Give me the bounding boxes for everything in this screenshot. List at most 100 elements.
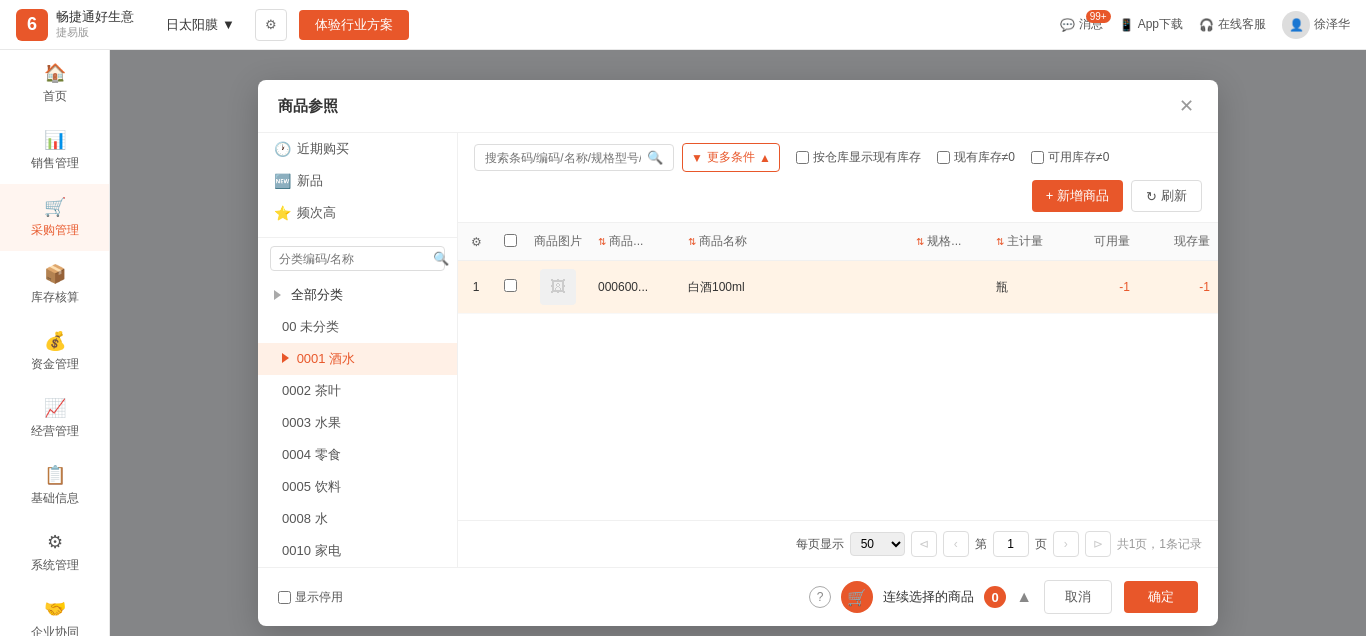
category-item-0004[interactable]: 0004 零食 xyxy=(258,439,457,471)
col-header-settings[interactable]: ⚙ xyxy=(458,223,494,261)
col-header-spec[interactable]: ⇅ 规格... xyxy=(908,223,988,261)
show-disabled-checkbox[interactable]: 显示停用 xyxy=(278,589,343,606)
modal-header: 商品参照 ✕ xyxy=(258,80,1218,133)
cancel-button[interactable]: 取消 xyxy=(1044,580,1112,614)
refresh-button[interactable]: ↻ 刷新 xyxy=(1131,180,1202,212)
checkbox-warehouse-stock[interactable]: 按仓库显示现有库存 xyxy=(796,149,921,166)
modal-close-button[interactable]: ✕ xyxy=(1174,94,1198,118)
experience-button[interactable]: 体验行业方案 xyxy=(299,10,409,40)
sidebar-item-inventory[interactable]: 📦 库存核算 xyxy=(0,251,109,318)
category-search-icon: 🔍 xyxy=(433,251,449,266)
sidebar-item-operations[interactable]: 📈 经营管理 xyxy=(0,385,109,452)
col-header-image: 商品图片 xyxy=(526,223,590,261)
category-all[interactable]: 全部分类 xyxy=(258,279,457,311)
page-label: 第 xyxy=(975,536,987,553)
sidebar-item-enterprise[interactable]: 🤝 企业协同 xyxy=(0,586,109,636)
collapse-button[interactable]: ▲ xyxy=(1016,588,1032,606)
modal-title: 商品参照 xyxy=(278,97,338,116)
star-icon: ⭐ xyxy=(274,205,291,221)
row-checkbox[interactable] xyxy=(494,261,526,314)
enterprise-icon: 🤝 xyxy=(44,598,66,620)
sidebar-item-sales[interactable]: 📊 销售管理 xyxy=(0,117,109,184)
sidebar-item-basic-info[interactable]: 📋 基础信息 xyxy=(0,452,109,519)
new-icon: 🆕 xyxy=(274,173,291,189)
nav-selector[interactable]: 日太阳膜 ▼ xyxy=(158,12,243,38)
cart-button[interactable]: 🛒 xyxy=(841,581,873,613)
sidebar-item-home[interactable]: 🏠 首页 xyxy=(0,50,109,117)
col-header-name[interactable]: ⇅ 商品名称 xyxy=(680,223,908,261)
left-panel: 🕐 近期购买 🆕 新品 ⭐ 频次高 xyxy=(258,133,458,567)
col-header-available: 可用量 xyxy=(1058,223,1138,261)
col-header-unit[interactable]: ⇅ 主计量 xyxy=(988,223,1058,261)
filter-button[interactable]: ▼ 更多条件 ▲ xyxy=(682,143,780,172)
checkbox-nonzero-available[interactable]: 可用库存≠0 xyxy=(1031,149,1109,166)
first-page-button[interactable]: ⊲ xyxy=(911,531,937,557)
mobile-icon: 📱 xyxy=(1119,18,1134,32)
per-page-label: 每页显示 xyxy=(796,536,844,553)
page-total: 共1页，1条记录 xyxy=(1117,536,1202,553)
gear-icon: ⚙ xyxy=(265,17,277,32)
logo-area: 6 畅捷通好生意 捷易版 xyxy=(16,9,146,41)
online-service-button[interactable]: 🎧 在线客服 xyxy=(1199,16,1266,33)
quick-item-recent[interactable]: 🕐 近期购买 xyxy=(258,133,457,165)
category-item-0001[interactable]: 0001 酒水 xyxy=(258,343,457,375)
add-product-button[interactable]: + 新增商品 xyxy=(1032,180,1123,212)
main-layout: 🏠 首页 📊 销售管理 🛒 采购管理 📦 库存核算 💰 资金管理 📈 经营管理 … xyxy=(0,50,1366,636)
category-item-0008[interactable]: 0008 水 xyxy=(258,503,457,535)
sort-icon: ⇅ xyxy=(688,236,696,247)
category-item-0010[interactable]: 0010 家电 xyxy=(258,535,457,567)
sales-icon: 📊 xyxy=(44,129,66,151)
quick-item-frequent[interactable]: ⭐ 频次高 xyxy=(258,197,457,229)
system-icon: ⚙ xyxy=(47,531,63,553)
col-header-checkbox[interactable] xyxy=(494,223,526,261)
per-page-select[interactable]: 50 100 200 xyxy=(850,532,905,556)
user-menu[interactable]: 👤 徐泽华 xyxy=(1282,11,1350,39)
sort-icon: ⇅ xyxy=(996,236,1004,247)
clock-icon: 🕐 xyxy=(274,141,291,157)
confirm-button[interactable]: 确定 xyxy=(1124,581,1198,613)
basic-info-icon: 📋 xyxy=(44,464,66,486)
last-page-button[interactable]: ⊳ xyxy=(1085,531,1111,557)
select-all-checkbox[interactable] xyxy=(504,234,517,247)
main-content: 商品参照 ✕ 🕐 近期购买 🆕 xyxy=(110,50,1366,636)
category-search-box[interactable]: 🔍 xyxy=(270,246,445,271)
app-download-button[interactable]: 📱 App下载 xyxy=(1119,16,1183,33)
category-item-0005[interactable]: 0005 饮料 xyxy=(258,471,457,503)
category-item-0002[interactable]: 0002 茶叶 xyxy=(258,375,457,407)
purchase-icon: 🛒 xyxy=(44,196,66,218)
prev-page-button[interactable]: ‹ xyxy=(943,531,969,557)
row-name: 白酒100ml xyxy=(680,261,908,314)
category-item-0003[interactable]: 0003 水果 xyxy=(258,407,457,439)
sidebar-item-system[interactable]: ⚙ 系统管理 xyxy=(0,519,109,586)
quick-list: 🕐 近期购买 🆕 新品 ⭐ 频次高 xyxy=(258,133,457,238)
table-row[interactable]: 1 🖼 xyxy=(458,261,1218,314)
nav-right: 💬 消息 99+ 📱 App下载 🎧 在线客服 👤 徐泽华 xyxy=(1060,11,1350,39)
image-placeholder-icon: 🖼 xyxy=(550,278,566,296)
help-button[interactable]: ? xyxy=(809,586,831,608)
col-header-code[interactable]: ⇅ 商品... xyxy=(590,223,680,261)
headset-icon: 🎧 xyxy=(1199,18,1214,32)
row-spec xyxy=(908,261,988,314)
category-search-input[interactable] xyxy=(279,252,429,266)
finance-icon: 💰 xyxy=(44,330,66,352)
checkbox-nonzero-stock[interactable]: 现有库存≠0 xyxy=(937,149,1015,166)
sidebar-item-finance[interactable]: 💰 资金管理 xyxy=(0,318,109,385)
settings-button[interactable]: ⚙ xyxy=(255,9,287,41)
category-list: 全部分类 00 未分类 0001 酒水 0002 茶叶 xyxy=(258,279,457,567)
row-code: 000600... xyxy=(590,261,680,314)
quick-item-new[interactable]: 🆕 新品 xyxy=(258,165,457,197)
product-search-input[interactable] xyxy=(485,151,641,165)
brand-name: 畅捷通好生意 xyxy=(56,9,134,25)
modal-overlay: 商品参照 ✕ 🕐 近期购买 🆕 xyxy=(110,50,1366,636)
chevron-down-icon: ▼ xyxy=(222,17,235,32)
sidebar-item-purchase[interactable]: 🛒 采购管理 xyxy=(0,184,109,251)
page-number-input[interactable] xyxy=(993,531,1029,557)
logo-icon: 6 xyxy=(16,9,48,41)
search-icon: 🔍 xyxy=(647,150,663,165)
filter-icon: ▼ xyxy=(691,151,703,165)
next-page-button[interactable]: › xyxy=(1053,531,1079,557)
sort-icon: ⇅ xyxy=(916,236,924,247)
product-search-box[interactable]: 🔍 xyxy=(474,144,674,171)
category-item-00[interactable]: 00 未分类 xyxy=(258,311,457,343)
message-button[interactable]: 💬 消息 99+ xyxy=(1060,16,1103,33)
